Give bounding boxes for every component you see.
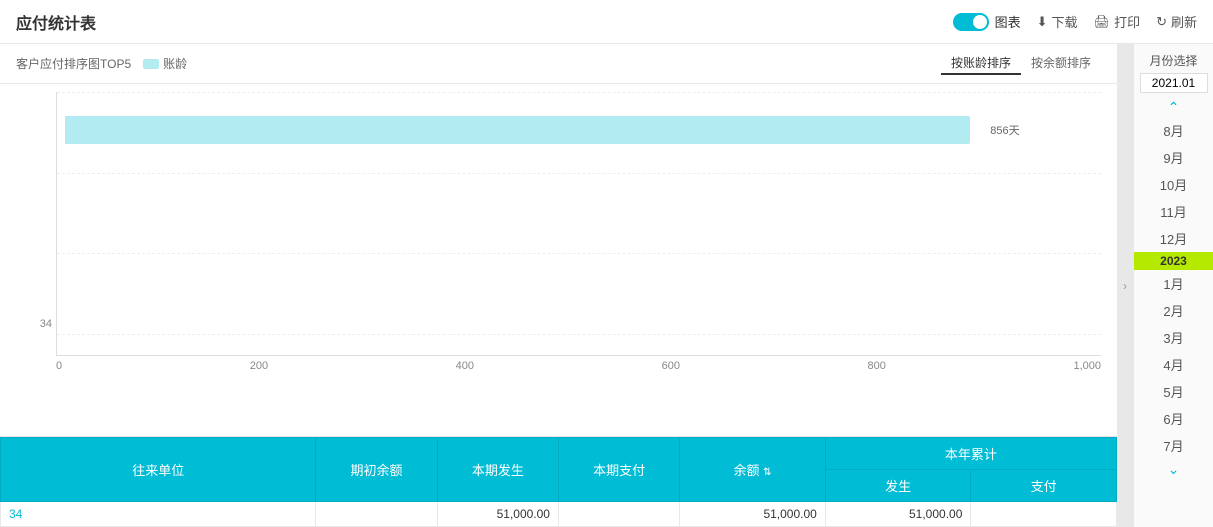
legend-label-1: 客户应付排序图TOP5 — [16, 55, 131, 72]
legend-item-1: 客户应付排序图TOP5 — [16, 55, 131, 72]
print-label: 打印 — [1114, 12, 1140, 31]
sidebar-toggle-icon: › — [1123, 279, 1127, 293]
sidebar-up-arrow[interactable]: ⌃ — [1164, 97, 1184, 117]
cell-payment — [558, 502, 679, 527]
unit-link[interactable]: 34 — [9, 507, 22, 521]
y-axis: 34 — [16, 92, 56, 356]
month-item-3[interactable]: 3月 — [1134, 324, 1213, 351]
bar-end-label-1: 856天 — [990, 122, 1019, 138]
header-actions: 图表 ⬇ 下载 🖨 打印 ↻ 刷新 — [953, 12, 1197, 31]
y-label-34: 34 — [40, 312, 52, 336]
data-table: 往来单位 期初余额 本期发生 本期支付 余额 ⇅ 本年累计 发生 — [0, 437, 1117, 527]
legend-color-2 — [143, 59, 159, 69]
refresh-label: 刷新 — [1171, 12, 1197, 31]
cell-opening — [316, 502, 437, 527]
chart-plot: 856天 — [56, 92, 1101, 356]
x-axis: 0 200 400 600 800 1,000 — [16, 356, 1101, 372]
month-item-7[interactable]: 7月 — [1134, 432, 1213, 459]
month-item-12[interactable]: 12月 — [1134, 225, 1213, 252]
table-section: 往来单位 期初余额 本期发生 本期支付 余额 ⇅ 本年累计 发生 — [0, 436, 1117, 527]
year-label-2023: 2023 — [1134, 252, 1213, 270]
x-label-1000: 1,000 — [1073, 360, 1101, 372]
sort-tab-balance[interactable]: 按余额排序 — [1021, 52, 1101, 75]
sidebar-toggle[interactable]: › — [1117, 44, 1133, 527]
bar-chart: 34 85 — [16, 92, 1101, 372]
col-ytd-header: 本年累计 — [825, 438, 1116, 470]
col-payment-header: 本期支付 — [558, 438, 679, 502]
col-ytd-occ-header: 发生 — [825, 470, 971, 502]
cell-ytd-pay — [971, 502, 1117, 527]
chart-toggle-label: 图表 — [995, 12, 1021, 31]
col-ytd-pay-header: 支付 — [971, 470, 1117, 502]
col-opening-header: 期初余额 — [316, 438, 437, 502]
col-balance-header: 余额 ⇅ — [680, 438, 826, 502]
col-unit-header: 往来单位 — [1, 438, 316, 502]
x-label-400: 400 — [456, 360, 474, 372]
bar-fill-1: 856天 — [65, 116, 970, 144]
download-icon: ⬇ — [1037, 14, 1048, 30]
month-list: 8月 9月 10月 11月 12月 2023 1月 2月 3月 4月 5月 6月… — [1134, 117, 1213, 459]
refresh-icon: ↻ — [1156, 14, 1167, 30]
download-label: 下载 — [1052, 12, 1078, 31]
sidebar-down-arrow[interactable]: ⌄ — [1164, 459, 1184, 479]
legend-item-2: 账龄 — [143, 55, 187, 72]
cell-ytd-occ: 51,000.00 — [825, 502, 971, 527]
refresh-button[interactable]: ↻ 刷新 — [1156, 12, 1197, 31]
sidebar-title: 月份选择 — [1149, 52, 1197, 69]
print-icon: 🖨 — [1094, 14, 1111, 30]
chart-toggle-group[interactable]: 图表 — [953, 12, 1021, 31]
month-item-10[interactable]: 10月 — [1134, 171, 1213, 198]
month-item-6[interactable]: 6月 — [1134, 405, 1213, 432]
grid-line — [57, 92, 1101, 93]
month-item-1[interactable]: 1月 — [1134, 270, 1213, 297]
balance-sort-icon[interactable]: ⇅ — [763, 467, 771, 478]
chart-legend: 客户应付排序图TOP5 账龄 — [16, 55, 187, 72]
sort-tab-age[interactable]: 按账龄排序 — [941, 52, 1021, 75]
page-title: 应付统计表 — [16, 10, 96, 34]
x-label-0: 0 — [56, 360, 62, 372]
sidebar: 月份选择 ⌃ 8月 9月 10月 11月 12月 2023 1月 2月 3月 4… — [1133, 44, 1213, 527]
print-button[interactable]: 🖨 打印 — [1094, 12, 1141, 31]
x-label-800: 800 — [868, 360, 886, 372]
month-item-9[interactable]: 9月 — [1134, 144, 1213, 171]
month-item-2[interactable]: 2月 — [1134, 297, 1213, 324]
col-occurrence-header: 本期发生 — [437, 438, 558, 502]
cell-unit: 34 — [1, 502, 316, 527]
month-item-5[interactable]: 5月 — [1134, 378, 1213, 405]
cell-balance: 51,000.00 — [680, 502, 826, 527]
sort-tabs: 按账龄排序 按余额排序 — [941, 52, 1101, 75]
month-item-11[interactable]: 11月 — [1134, 198, 1213, 225]
legend-label-2: 账龄 — [163, 55, 187, 72]
download-button[interactable]: ⬇ 下载 — [1037, 12, 1078, 31]
chart-toggle-switch[interactable] — [953, 13, 989, 31]
month-item-4[interactable]: 4月 — [1134, 351, 1213, 378]
chart-canvas: 34 85 — [0, 84, 1117, 436]
table-row: 34 51,000.00 51,000.00 51,000.00 — [1, 502, 1117, 527]
cell-occurrence: 51,000.00 — [437, 502, 558, 527]
bar-row-1: 856天 — [65, 110, 1093, 150]
bars-container: 856天 — [57, 102, 1101, 335]
x-label-600: 600 — [662, 360, 680, 372]
sidebar-year-input[interactable] — [1140, 73, 1208, 93]
month-item-8[interactable]: 8月 — [1134, 117, 1213, 144]
x-label-200: 200 — [250, 360, 268, 372]
